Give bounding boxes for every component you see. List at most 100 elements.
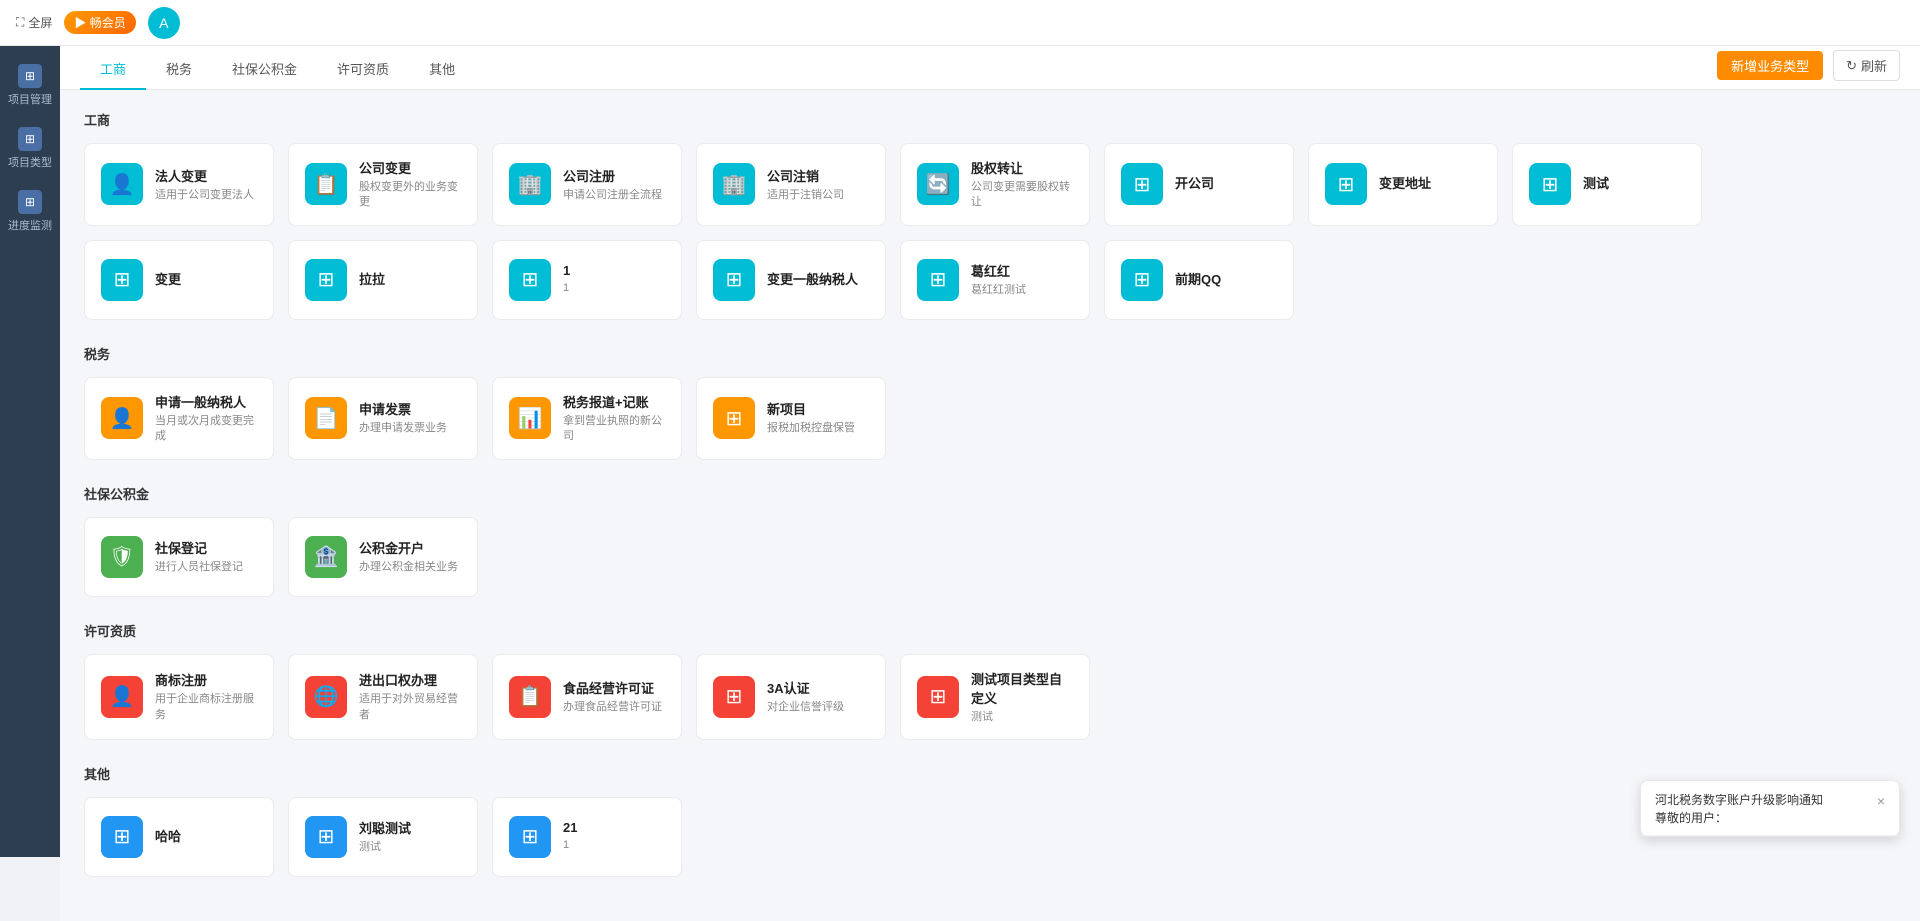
card-desc: 适用于对外贸易经营者 (359, 692, 461, 723)
service-card-测试项目类型自定义[interactable]: ⊞ 测试项目类型自定义测试 (900, 654, 1090, 740)
service-card-3A认证[interactable]: ⊞3A认证对企业信誉评级 (696, 654, 886, 740)
cards-grid-工商: 👤法人变更适用于公司变更法人📋公司变更股权变更外的业务变更🏢公司注册申请公司注册… (84, 143, 1896, 320)
service-card-哈哈[interactable]: ⊞ 哈哈 (84, 797, 274, 877)
card-icon: ⊞ (1121, 259, 1163, 301)
service-card-测试[interactable]: ⊞测试 (1512, 143, 1702, 226)
cards-grid-其他: ⊞ 哈哈 ⊞刘聪测试测试⊞211 (84, 797, 1896, 877)
section-title-社保公积金: 社保公积金 (84, 484, 1896, 503)
section-许可资质: 许可资质👤商标注册用于企业商标注册服务🌐进出口权办理适用于对外贸易经营者📋食品经… (84, 621, 1896, 740)
card-icon: 📄 (305, 397, 347, 439)
service-card-公司注销[interactable]: 🏢公司注销适用于注销公司 (696, 143, 886, 226)
notification-popup: × 河北税务数字账户升级影响通知 尊敬的用户： (1640, 780, 1900, 837)
card-title: 变更 (155, 269, 257, 288)
service-card-进出口权办理[interactable]: 🌐进出口权办理适用于对外贸易经营者 (288, 654, 478, 740)
card-icon: ⊞ (917, 676, 959, 718)
tabs-bar: 工商税务社保公积金许可资质其他 新增业务类型 ↻ 刷新 (60, 46, 1920, 90)
service-card-前期QQ[interactable]: ⊞前期QQ (1104, 240, 1294, 320)
card-desc: 对企业信誉评级 (767, 700, 869, 715)
card-desc: 进行人员社保登记 (155, 560, 257, 575)
card-icon: ⊞ (917, 259, 959, 301)
card-desc: 1 (563, 838, 665, 853)
service-card-1[interactable]: ⊞11 (492, 240, 682, 320)
card-icon: 👤 (101, 676, 143, 718)
sidebar-item-1[interactable]: ⊞项目类型 (2, 119, 58, 178)
cards-grid-许可资质: 👤 商标注册用于企业商标注册服务 🌐进出口权办理适用于对外贸易经营者📋食品经营许可证… (84, 654, 1896, 740)
card-text: 测试项目类型自定义测试 (971, 669, 1073, 725)
service-card-食品经营许可证[interactable]: 📋食品经营许可证办理食品经营许可证 (492, 654, 682, 740)
notification-header: × 河北税务数字账户升级影响通知 尊敬的用户： (1641, 781, 1899, 836)
cards-grid-社保公积金: 🛡社保登记进行人员社保登记 🏦 公积金开户办理公积金相关业务 (84, 517, 1896, 597)
service-card-变更[interactable]: ⊞变更 (84, 240, 274, 320)
avatar[interactable]: A (148, 7, 180, 39)
card-title: 哈哈 (155, 826, 257, 845)
card-desc: 当月或次月成变更完成 (155, 414, 257, 445)
card-icon: ⊞ (1529, 163, 1571, 205)
service-card-变更地址[interactable]: ⊞ 变更地址 (1308, 143, 1498, 226)
card-title: 公司注销 (767, 166, 869, 185)
service-card-公积金开户[interactable]: 🏦 公积金开户办理公积金相关业务 (288, 517, 478, 597)
service-card-股权转让[interactable]: 🔄股权转让公司变更需要股权转让 (900, 143, 1090, 226)
top-navigation: ✿ 首页客户收费票据new记账报税工商项目消息管理经营服务设置 ⛶ 全屏 ▶ 畅… (0, 0, 1920, 46)
section-title-其他: 其他 (84, 764, 1896, 783)
service-card-申请一般纳税人[interactable]: 👤申请一般纳税人当月或次月成变更完成 (84, 377, 274, 460)
section-税务: 税务👤申请一般纳税人当月或次月成变更完成📄申请发票办理申请发票业务📊税务报道+记… (84, 344, 1896, 460)
card-icon: 🏦 (305, 536, 347, 578)
sidebar-icon-2: ⊞ (18, 190, 42, 214)
card-desc: 拿到营业执照的新公司 (563, 414, 665, 445)
card-text: 食品经营许可证办理食品经营许可证 (563, 678, 665, 715)
fullscreen-button[interactable]: ⛶ 全屏 (16, 14, 52, 31)
card-icon: 📋 (305, 163, 347, 205)
service-card-社保登记[interactable]: 🛡社保登记进行人员社保登记 (84, 517, 274, 597)
service-card-开公司[interactable]: ⊞开公司 (1104, 143, 1294, 226)
tab-社保公积金[interactable]: 社保公积金 (212, 49, 317, 90)
card-text: 股权转让公司变更需要股权转让 (971, 158, 1073, 211)
service-card-新项目[interactable]: ⊞新项目报税加税控盘保管 (696, 377, 886, 460)
card-desc: 用于企业商标注册服务 (155, 692, 257, 723)
service-card-申请发票[interactable]: 📄申请发票办理申请发票业务 (288, 377, 478, 460)
tab-其他[interactable]: 其他 (409, 49, 475, 90)
card-title: 商标注册 (155, 670, 257, 689)
service-card-葛红红[interactable]: ⊞葛红红葛红红测试 (900, 240, 1090, 320)
card-desc: 适用于注销公司 (767, 188, 869, 203)
sidebar-item-2[interactable]: ⊞进度监测 (2, 182, 58, 241)
card-title: 3A认证 (767, 678, 869, 697)
card-title: 变更地址 (1379, 173, 1481, 192)
service-card-拉拉[interactable]: ⊞拉拉 (288, 240, 478, 320)
tab-税务[interactable]: 税务 (146, 49, 212, 90)
new-type-button[interactable]: 新增业务类型 (1717, 51, 1823, 80)
refresh-button[interactable]: ↻ 刷新 (1833, 50, 1900, 81)
service-card-法人变更[interactable]: 👤法人变更适用于公司变更法人 (84, 143, 274, 226)
sidebar-item-0[interactable]: ⊞项目管理 (2, 56, 58, 115)
service-card-公司变更[interactable]: 📋公司变更股权变更外的业务变更 (288, 143, 478, 226)
card-icon: ⊞ (1325, 163, 1367, 205)
card-text: 公积金开户办理公积金相关业务 (359, 538, 461, 575)
card-title: 公司变更 (359, 158, 461, 177)
tab-工商[interactable]: 工商 (80, 49, 146, 90)
service-card-商标注册[interactable]: 👤 商标注册用于企业商标注册服务 (84, 654, 274, 740)
service-card-21[interactable]: ⊞211 (492, 797, 682, 877)
card-icon: ⊞ (101, 816, 143, 858)
service-card-公司注册[interactable]: 🏢公司注册申请公司注册全流程 (492, 143, 682, 226)
card-title: 申请发票 (359, 399, 461, 418)
card-text: 11 (563, 263, 665, 296)
card-title: 税务报道+记账 (563, 392, 665, 411)
card-text: 申请一般纳税人当月或次月成变更完成 (155, 392, 257, 445)
card-desc: 办理食品经营许可证 (563, 700, 665, 715)
card-icon: ⊞ (713, 259, 755, 301)
service-card-刘聪测试[interactable]: ⊞刘聪测试测试 (288, 797, 478, 877)
refresh-icon: ↻ (1846, 58, 1857, 74)
notification-close[interactable]: × (1877, 791, 1885, 812)
card-title: 新项目 (767, 399, 869, 418)
service-card-税务报道+记账[interactable]: 📊税务报道+记账拿到营业执照的新公司 (492, 377, 682, 460)
card-desc: 适用于公司变更法人 (155, 188, 257, 203)
card-desc: 办理公积金相关业务 (359, 560, 461, 575)
card-desc: 报税加税控盘保管 (767, 421, 869, 436)
sidebar: ⊞项目管理⊞项目类型⊞进度监测 (0, 46, 60, 857)
card-text: 开公司 (1175, 173, 1277, 195)
card-desc: 公司变更需要股权转让 (971, 180, 1073, 211)
service-card-变更一般纳税人[interactable]: ⊞变更一般纳税人 (696, 240, 886, 320)
tab-许可资质[interactable]: 许可资质 (317, 49, 409, 90)
card-text: 公司注销适用于注销公司 (767, 166, 869, 203)
vip-button[interactable]: ▶ 畅会员 (64, 11, 135, 34)
cards-grid-税务: 👤申请一般纳税人当月或次月成变更完成📄申请发票办理申请发票业务📊税务报道+记账拿… (84, 377, 1896, 460)
